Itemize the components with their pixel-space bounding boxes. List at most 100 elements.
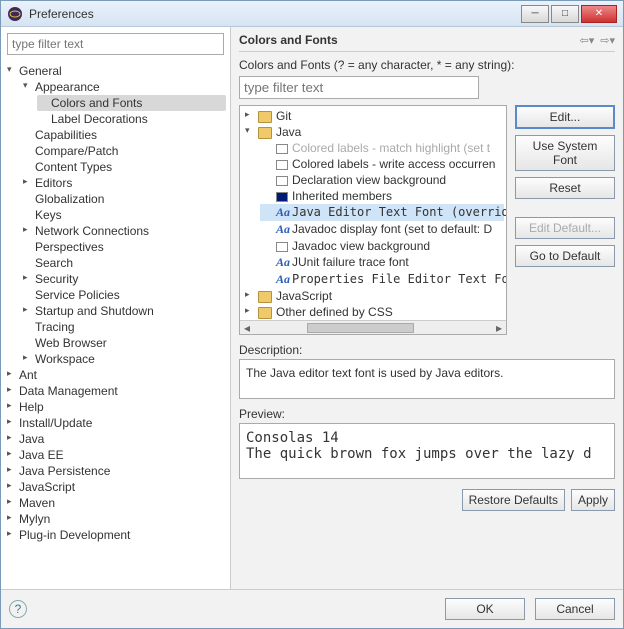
window-buttons: ─ □ ✕ bbox=[521, 5, 617, 23]
description-label: Description: bbox=[239, 343, 615, 357]
colors-fonts-hint: Colors and Fonts (? = any character, * =… bbox=[239, 58, 615, 72]
font-icon: Aa bbox=[276, 272, 290, 287]
tree-workspace[interactable]: Workspace bbox=[21, 351, 226, 367]
forward-icon[interactable]: ⇨▾ bbox=[600, 34, 615, 47]
ok-button[interactable]: OK bbox=[445, 598, 525, 620]
cf-filter-input[interactable] bbox=[239, 76, 479, 99]
tree-maven[interactable]: Maven bbox=[5, 495, 226, 511]
body: General Appearance Colors and Fonts Labe… bbox=[1, 27, 623, 589]
tree-colors-fonts[interactable]: Colors and Fonts bbox=[37, 95, 226, 111]
eclipse-icon bbox=[7, 6, 23, 22]
reset-button[interactable]: Reset bbox=[515, 177, 615, 199]
side-buttons: Edit... Use System Font Reset Edit Defau… bbox=[515, 105, 615, 335]
window-title: Preferences bbox=[29, 7, 521, 21]
edit-default-button[interactable]: Edit Default... bbox=[515, 217, 615, 239]
cf-junit[interactable]: AaJUnit failure trace font bbox=[260, 254, 504, 271]
tree-keys[interactable]: Keys bbox=[21, 207, 226, 223]
preview-line1: Consolas 14 bbox=[246, 430, 608, 446]
description-text: The Java editor text font is used by Jav… bbox=[246, 366, 503, 380]
preview-line2: The quick brown fox jumps over the lazy … bbox=[246, 446, 608, 462]
back-icon[interactable]: ⇦▾ bbox=[580, 34, 595, 47]
tree-tracing[interactable]: Tracing bbox=[21, 319, 226, 335]
bottom-buttons: Restore Defaults Apply bbox=[239, 489, 615, 511]
tree-java-persistence[interactable]: Java Persistence bbox=[5, 463, 226, 479]
preferences-tree[interactable]: General Appearance Colors and Fonts Labe… bbox=[1, 61, 230, 589]
tree-service-policies[interactable]: Service Policies bbox=[21, 287, 226, 303]
cf-git[interactable]: Git bbox=[242, 108, 504, 124]
apply-button[interactable]: Apply bbox=[571, 489, 615, 511]
tree-compare-patch[interactable]: Compare/Patch bbox=[21, 143, 226, 159]
tree-data-mgmt[interactable]: Data Management bbox=[5, 383, 226, 399]
titlebar[interactable]: Preferences ─ □ ✕ bbox=[1, 1, 623, 27]
preferences-window: Preferences ─ □ ✕ General Appearance Col… bbox=[0, 0, 624, 629]
cf-decl-bg[interactable]: Declaration view background bbox=[260, 172, 504, 188]
tree-startup[interactable]: Startup and Shutdown bbox=[21, 303, 226, 319]
tree-java-ee[interactable]: Java EE bbox=[5, 447, 226, 463]
restore-defaults-button[interactable]: Restore Defaults bbox=[462, 489, 565, 511]
footer: ? OK Cancel bbox=[1, 589, 623, 628]
tree-java[interactable]: Java bbox=[5, 431, 226, 447]
filter-input[interactable] bbox=[7, 33, 224, 55]
tree-editors[interactable]: Editors bbox=[21, 175, 226, 191]
tree-help[interactable]: Help bbox=[5, 399, 226, 415]
panel-title: Colors and Fonts bbox=[239, 33, 580, 47]
tree-appearance[interactable]: Appearance bbox=[21, 79, 226, 95]
chevron-left-icon[interactable]: ◂ bbox=[240, 321, 254, 335]
folder-icon bbox=[258, 307, 272, 319]
cf-editor-font[interactable]: AaJava Editor Text Font (overrides bbox=[260, 204, 504, 221]
maximize-button[interactable]: □ bbox=[551, 5, 579, 23]
tree-security[interactable]: Security bbox=[21, 271, 226, 287]
tree-ant[interactable]: Ant bbox=[5, 367, 226, 383]
font-icon: Aa bbox=[276, 205, 290, 220]
cancel-button[interactable]: Cancel bbox=[535, 598, 615, 620]
cf-other-css[interactable]: Other defined by CSS bbox=[242, 304, 504, 320]
cf-javadoc-bg[interactable]: Javadoc view background bbox=[260, 238, 504, 254]
tree-content-types[interactable]: Content Types bbox=[21, 159, 226, 175]
font-icon: Aa bbox=[276, 222, 290, 237]
folder-icon bbox=[258, 111, 272, 123]
tree-label-decorations[interactable]: Label Decorations bbox=[37, 111, 226, 127]
cf-javascript[interactable]: JavaScript bbox=[242, 288, 504, 304]
tree-globalization[interactable]: Globalization bbox=[21, 191, 226, 207]
mid-row: Git Java Colored labels - match highligh… bbox=[239, 105, 615, 335]
tree-plugin-dev[interactable]: Plug-in Development bbox=[5, 527, 226, 543]
tree-capabilities[interactable]: Capabilities bbox=[21, 127, 226, 143]
chevron-right-icon[interactable]: ▸ bbox=[492, 321, 506, 335]
cf-colored-labels[interactable]: Colored labels - match highlight (set t bbox=[260, 140, 504, 156]
minimize-button[interactable]: ─ bbox=[521, 5, 549, 23]
scroll-thumb[interactable] bbox=[307, 323, 413, 333]
tree-general[interactable]: General bbox=[5, 63, 226, 79]
tree-perspectives[interactable]: Perspectives bbox=[21, 239, 226, 255]
go-to-default-button[interactable]: Go to Default bbox=[515, 245, 615, 267]
tree-install-update[interactable]: Install/Update bbox=[5, 415, 226, 431]
tree-web-browser[interactable]: Web Browser bbox=[21, 335, 226, 351]
color-swatch-icon bbox=[276, 144, 288, 154]
cf-javadoc-display[interactable]: AaJavadoc display font (set to default: … bbox=[260, 221, 504, 238]
cf-tree[interactable]: Git Java Colored labels - match highligh… bbox=[240, 106, 506, 320]
tree-javascript[interactable]: JavaScript bbox=[5, 479, 226, 495]
cf-java[interactable]: Java bbox=[242, 124, 504, 140]
folder-icon bbox=[258, 127, 272, 139]
tree-network[interactable]: Network Connections bbox=[21, 223, 226, 239]
left-pane: General Appearance Colors and Fonts Labe… bbox=[1, 27, 231, 589]
color-swatch-icon bbox=[276, 192, 288, 202]
right-pane: Colors and Fonts ⇦▾ ⇨▾ Colors and Fonts … bbox=[231, 27, 623, 589]
description-box: The Java editor text font is used by Jav… bbox=[239, 359, 615, 399]
font-icon: Aa bbox=[276, 255, 290, 270]
nav-icons: ⇦▾ ⇨▾ bbox=[580, 34, 616, 47]
preview-label: Preview: bbox=[239, 407, 615, 421]
use-system-font-button[interactable]: Use System Font bbox=[515, 135, 615, 171]
cf-props[interactable]: AaProperties File Editor Text Font bbox=[260, 271, 504, 288]
color-swatch-icon bbox=[276, 176, 288, 186]
cf-inherited[interactable]: Inherited members bbox=[260, 188, 504, 204]
preview-box: Consolas 14 The quick brown fox jumps ov… bbox=[239, 423, 615, 479]
horizontal-scrollbar[interactable]: ◂▸ bbox=[240, 320, 506, 334]
cf-write-access[interactable]: Colored labels - write access occurren bbox=[260, 156, 504, 172]
color-swatch-icon bbox=[276, 160, 288, 170]
help-icon[interactable]: ? bbox=[9, 600, 27, 618]
filter-wrap bbox=[7, 33, 224, 55]
close-button[interactable]: ✕ bbox=[581, 5, 617, 23]
tree-search[interactable]: Search bbox=[21, 255, 226, 271]
edit-button[interactable]: Edit... bbox=[515, 105, 615, 129]
tree-mylyn[interactable]: Mylyn bbox=[5, 511, 226, 527]
